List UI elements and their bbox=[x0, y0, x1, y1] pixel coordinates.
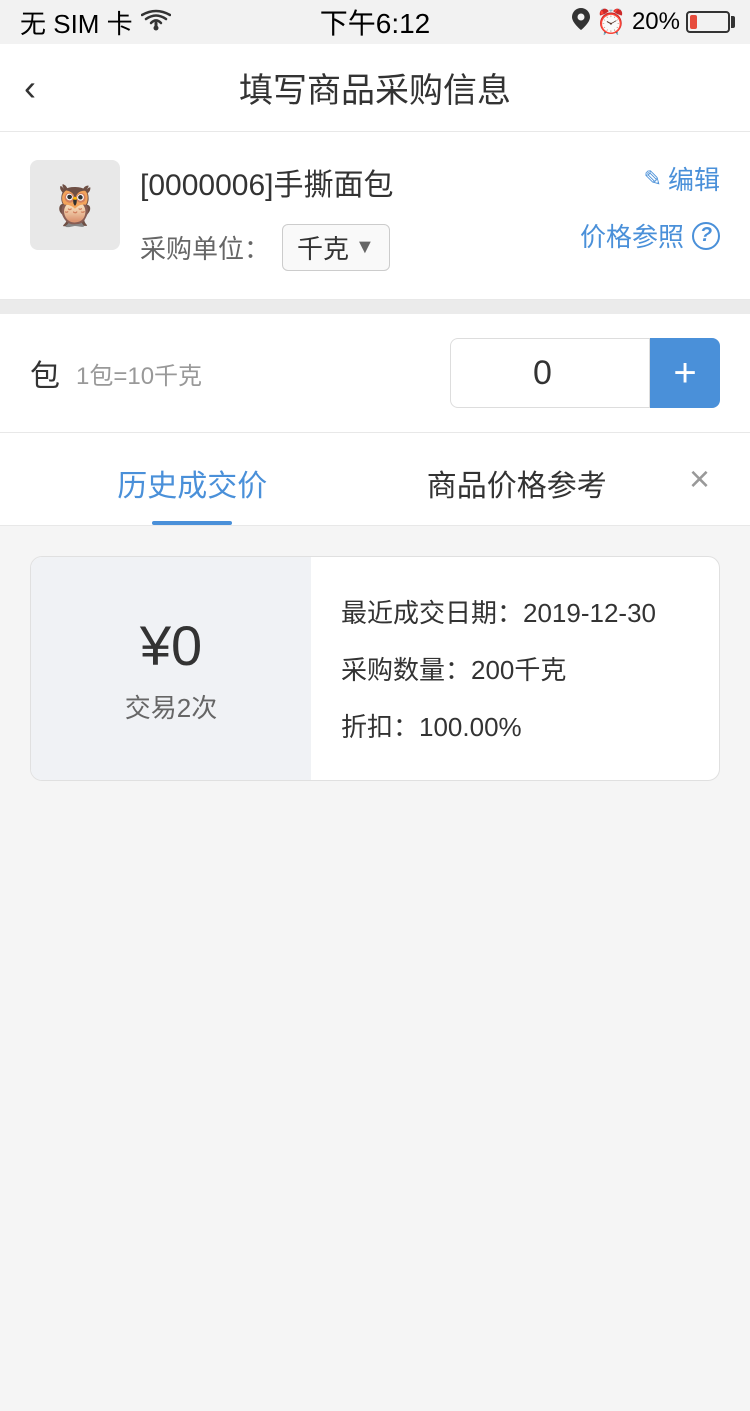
unit-arrow-icon: ▼ bbox=[355, 236, 375, 259]
date-value: 2019-12-30 bbox=[523, 598, 656, 628]
location-icon bbox=[572, 8, 590, 37]
product-unit-row: 采购单位： 千克 ▼ bbox=[140, 224, 393, 271]
quantity-row: 包 1包=10千克 + bbox=[0, 314, 750, 433]
tab-history-label: 历史成交价 bbox=[117, 470, 267, 503]
price-ref-button[interactable]: 价格参照 ? bbox=[580, 217, 720, 254]
unit-selector[interactable]: 千克 ▼ bbox=[282, 224, 390, 271]
qty-value: 200千克 bbox=[471, 655, 566, 685]
tab-close-button[interactable]: × bbox=[679, 448, 720, 510]
tab-history-price[interactable]: 历史成交价 bbox=[30, 433, 354, 525]
back-button[interactable]: ‹ bbox=[24, 67, 36, 109]
discount-value: 100.00% bbox=[419, 712, 522, 742]
product-left: 🦉 [0000006]手撕面包 采购单位： 千克 ▼ bbox=[30, 160, 393, 271]
history-section: ¥0 交易2次 最近成交日期：2019-12-30 采购数量：200千克 折扣：… bbox=[0, 526, 750, 811]
section-divider bbox=[0, 300, 750, 314]
edit-label: 编辑 bbox=[668, 160, 720, 197]
quantity-input-area: + bbox=[450, 338, 720, 408]
wifi-icon bbox=[141, 7, 171, 38]
product-info: [0000006]手撕面包 采购单位： 千克 ▼ bbox=[140, 160, 393, 271]
product-card: 🦉 [0000006]手撕面包 采购单位： 千克 ▼ ✎ 编辑 价格参照 bbox=[0, 132, 750, 300]
edit-icon: ✎ bbox=[644, 166, 662, 192]
unit-label: 采购单位： bbox=[140, 229, 270, 266]
status-right: ⏰ 20% bbox=[572, 8, 730, 37]
history-right: 最近成交日期：2019-12-30 采购数量：200千克 折扣：100.00% bbox=[311, 557, 719, 780]
discount-label: 折扣： bbox=[341, 712, 419, 742]
price-ref-icon: ? bbox=[692, 222, 720, 250]
history-price: ¥0 bbox=[140, 613, 202, 678]
tabs-row: 历史成交价 商品价格参考 × bbox=[0, 433, 750, 526]
plus-icon: + bbox=[673, 351, 696, 396]
date-label: 最近成交日期： bbox=[341, 598, 523, 628]
status-left: 无 SIM 卡 bbox=[20, 4, 171, 41]
bottom-area bbox=[0, 811, 750, 1411]
history-detail-discount: 折扣：100.00% bbox=[341, 707, 689, 744]
history-detail-qty: 采购数量：200千克 bbox=[341, 650, 689, 687]
product-right: ✎ 编辑 价格参照 ? bbox=[580, 160, 720, 250]
qty-label: 采购数量： bbox=[341, 655, 471, 685]
unit-value: 千克 bbox=[297, 229, 349, 266]
quantity-left: 包 1包=10千克 bbox=[30, 351, 202, 395]
tab-product-price-ref[interactable]: 商品价格参考 bbox=[354, 433, 678, 525]
quantity-unit: 包 bbox=[30, 351, 60, 395]
quantity-equiv: 1包=10千克 bbox=[76, 356, 202, 391]
history-left: ¥0 交易2次 bbox=[31, 557, 311, 780]
nav-bar: ‹ 填写商品采购信息 bbox=[0, 44, 750, 132]
battery-icon bbox=[686, 11, 730, 33]
carrier-text: 无 SIM 卡 bbox=[20, 4, 133, 41]
quantity-plus-button[interactable]: + bbox=[650, 338, 720, 408]
status-bar: 无 SIM 卡 下午6:12 ⏰ 20% bbox=[0, 0, 750, 44]
status-time: 下午6:12 bbox=[320, 2, 431, 42]
tab-price-ref-label: 商品价格参考 bbox=[427, 470, 607, 503]
page-title: 填写商品采购信息 bbox=[239, 63, 511, 112]
alarm-icon: ⏰ bbox=[596, 8, 626, 37]
price-ref-label: 价格参照 bbox=[580, 217, 684, 254]
product-thumbnail: 🦉 bbox=[30, 160, 120, 250]
product-icon: 🦉 bbox=[50, 182, 100, 229]
history-detail-date: 最近成交日期：2019-12-30 bbox=[341, 593, 689, 630]
history-trades: 交易2次 bbox=[125, 688, 217, 725]
quantity-input[interactable] bbox=[450, 338, 650, 408]
battery-percent: 20% bbox=[632, 8, 680, 36]
history-card: ¥0 交易2次 最近成交日期：2019-12-30 采购数量：200千克 折扣：… bbox=[30, 556, 720, 781]
edit-button[interactable]: ✎ 编辑 bbox=[644, 160, 720, 197]
product-name: [0000006]手撕面包 bbox=[140, 160, 393, 204]
